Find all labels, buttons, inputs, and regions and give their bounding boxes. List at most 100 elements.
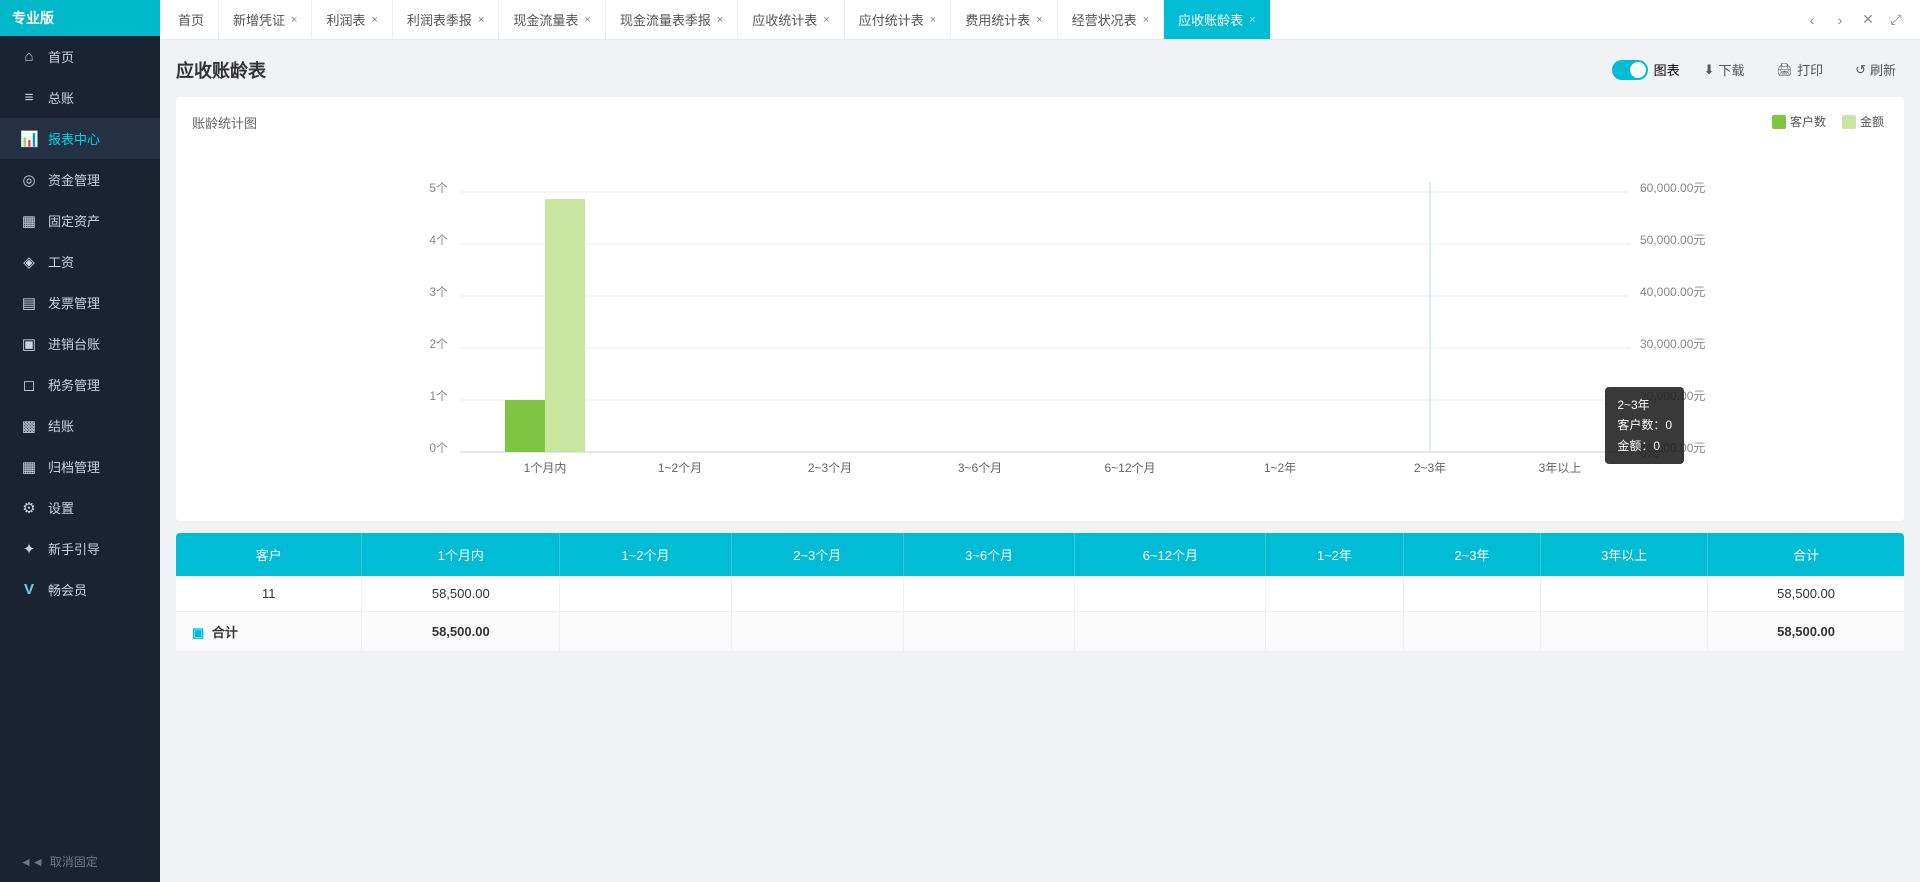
print-button[interactable]: 🖨 打印 (1769, 56, 1832, 83)
table-total-row: ▣ 合计 58,500.00 58,500.00 (176, 612, 1904, 652)
sidebar-item-label: 固定资产 (48, 211, 100, 230)
cell-y3 (1403, 576, 1540, 612)
th-yplus: 3年以上 (1541, 533, 1708, 576)
tab-receivable-stat-label: 应收统计表 (752, 10, 817, 29)
tax-icon: ◻ (20, 376, 38, 394)
svg-text:4个: 4个 (429, 233, 448, 247)
tab-bar: 首页 新增凭证 × 利润表 × 利润表季报 × 现金流量表 × 现金流量表季报 … (160, 0, 1920, 40)
sidebar-pin-toggle[interactable]: ◄◄ 取消固定 (0, 841, 160, 882)
table-header-row: 客户 1个月内 1~2个月 2~3个月 3~6个月 6~12个月 1~2年 2~… (176, 533, 1904, 576)
sidebar-item-salary[interactable]: ◈ 工资 (0, 241, 160, 282)
tab-maximize-button[interactable]: ⤢ (1884, 8, 1908, 32)
tab-biz-status-close[interactable]: × (1143, 14, 1149, 26)
download-label: 下载 (1719, 60, 1745, 79)
svg-text:40,000.00元: 40,000.00元 (1640, 285, 1705, 299)
svg-text:0元: 0元 (1640, 446, 1659, 460)
sidebar-item-label: 进销台账 (48, 334, 100, 353)
chart-toggle[interactable] (1612, 60, 1648, 80)
tab-payable-stat[interactable]: 应付统计表 × (845, 0, 951, 40)
sidebar-item-label: 工资 (48, 252, 74, 271)
svg-text:3~6个月: 3~6个月 (958, 461, 1002, 475)
tab-home[interactable]: 首页 (164, 0, 219, 40)
sidebar-item-invoice[interactable]: ▤ 发票管理 (0, 282, 160, 323)
tab-voucher-close[interactable]: × (291, 14, 297, 26)
tab-cashflow-label: 现金流量表 (513, 10, 578, 29)
tab-cashflow[interactable]: 现金流量表 × (499, 0, 605, 40)
sidebar-item-report[interactable]: 📊 报表中心 (0, 118, 160, 159)
aging-table: 客户 1个月内 1~2个月 2~3个月 3~6个月 6~12个月 1~2年 2~… (176, 533, 1904, 652)
tab-payable-stat-close[interactable]: × (930, 14, 936, 26)
chart-toggle-wrap: 图表 (1612, 60, 1680, 80)
download-icon: ⬇ (1704, 62, 1715, 78)
cell-y2 (1266, 576, 1403, 612)
sidebar-item-archive[interactable]: ▦ 归档管理 (0, 446, 160, 487)
tab-voucher[interactable]: 新增凭证 × (219, 0, 312, 40)
sidebar-item-label: 归档管理 (48, 457, 100, 476)
tab-cashflow-close[interactable]: × (584, 14, 590, 26)
sidebar: 专业版 ⌂ 首页 ≡ 总账 📊 报表中心 ◎ 资金管理 ▦ 固定资产 ◈ 工资 … (0, 0, 160, 882)
funds-icon: ◎ (20, 171, 38, 189)
tab-profit-quarterly-close[interactable]: × (478, 14, 484, 26)
tab-cashflow-quarterly-close[interactable]: × (717, 14, 723, 26)
sidebar-item-label: 畅会员 (48, 580, 87, 599)
tab-profit[interactable]: 利润表 × (312, 0, 392, 40)
refresh-button[interactable]: ↺ 刷新 (1847, 56, 1904, 83)
tab-receivable-stat-close[interactable]: × (823, 14, 829, 26)
sidebar-item-member[interactable]: V 畅会员 (0, 569, 160, 610)
chart-legend: 客户数 金额 (1772, 113, 1884, 130)
svg-text:0个: 0个 (429, 441, 448, 455)
member-icon: V (20, 581, 38, 598)
sidebar-item-settings[interactable]: ⚙ 设置 (0, 487, 160, 528)
tab-next-button[interactable]: › (1828, 8, 1852, 32)
chart-svg-wrapper: 5个 4个 3个 2个 1个 0个 60,000.00元 50,000.00元 … (192, 142, 1888, 505)
sidebar-item-ledger[interactable]: ≡ 总账 (0, 77, 160, 118)
tab-profit-quarterly[interactable]: 利润表季报 × (393, 0, 499, 40)
total-icon: ▣ (192, 625, 204, 640)
th-customer: 客户 (176, 533, 362, 576)
total-m3 (731, 612, 903, 652)
cell-total: 58,500.00 (1708, 576, 1904, 612)
th-m12: 6~12个月 (1075, 533, 1266, 576)
sidebar-item-label: 报表中心 (48, 129, 100, 148)
settings-icon: ⚙ (20, 499, 38, 517)
download-button[interactable]: ⬇ 下载 (1696, 56, 1753, 83)
sidebar-item-closeaccount[interactable]: ▩ 结账 (0, 405, 160, 446)
total-m2 (560, 612, 732, 652)
tab-aging-close[interactable]: × (1249, 14, 1255, 26)
th-m1: 1个月内 (362, 533, 560, 576)
sidebar-item-label: 结账 (48, 416, 74, 435)
bar-amount-1 (545, 199, 585, 452)
tab-expense-stat-close[interactable]: × (1036, 14, 1042, 26)
tab-biz-status-label: 经营状况表 (1072, 10, 1137, 29)
sidebar-item-funds[interactable]: ◎ 资金管理 (0, 159, 160, 200)
svg-text:1个月内: 1个月内 (524, 461, 567, 475)
tab-biz-status[interactable]: 经营状况表 × (1058, 0, 1164, 40)
tab-payable-stat-label: 应付统计表 (859, 10, 924, 29)
chart-toggle-label: 图表 (1654, 60, 1680, 79)
sidebar-item-tax[interactable]: ◻ 税务管理 (0, 364, 160, 405)
sidebar-item-purchase[interactable]: ▣ 进销台账 (0, 323, 160, 364)
refresh-label: 刷新 (1870, 60, 1896, 79)
cell-m12 (1075, 576, 1266, 612)
page-content: 应收账龄表 图表 ⬇ 下载 🖨 打印 ↺ 刷新 (160, 40, 1920, 882)
th-y2: 1~2年 (1266, 533, 1403, 576)
chart-title: 账龄统计图 (192, 113, 1888, 132)
legend-customers-label: 客户数 (1790, 113, 1826, 130)
svg-text:3年以上: 3年以上 (1539, 461, 1582, 475)
tab-prev-button[interactable]: ‹ (1800, 8, 1824, 32)
tab-receivable-stat[interactable]: 应收统计表 × (738, 0, 844, 40)
print-icon: 🖨 (1777, 62, 1794, 78)
sidebar-item-assets[interactable]: ▦ 固定资产 (0, 200, 160, 241)
sidebar-item-home[interactable]: ⌂ 首页 (0, 36, 160, 77)
sidebar-item-label: 新手引导 (48, 539, 100, 558)
refresh-icon: ↺ (1855, 62, 1866, 78)
tab-profit-close[interactable]: × (371, 14, 377, 26)
sidebar-item-guide[interactable]: ✦ 新手引导 (0, 528, 160, 569)
tab-aging[interactable]: 应收账龄表 × (1164, 0, 1270, 40)
tab-cashflow-quarterly[interactable]: 现金流量表季报 × (606, 0, 738, 40)
tab-close-all-button[interactable]: ✕ (1856, 8, 1880, 32)
cell-m2 (560, 576, 732, 612)
total-y2 (1266, 612, 1403, 652)
tab-expense-stat[interactable]: 费用统计表 × (951, 0, 1057, 40)
total-yplus (1541, 612, 1708, 652)
